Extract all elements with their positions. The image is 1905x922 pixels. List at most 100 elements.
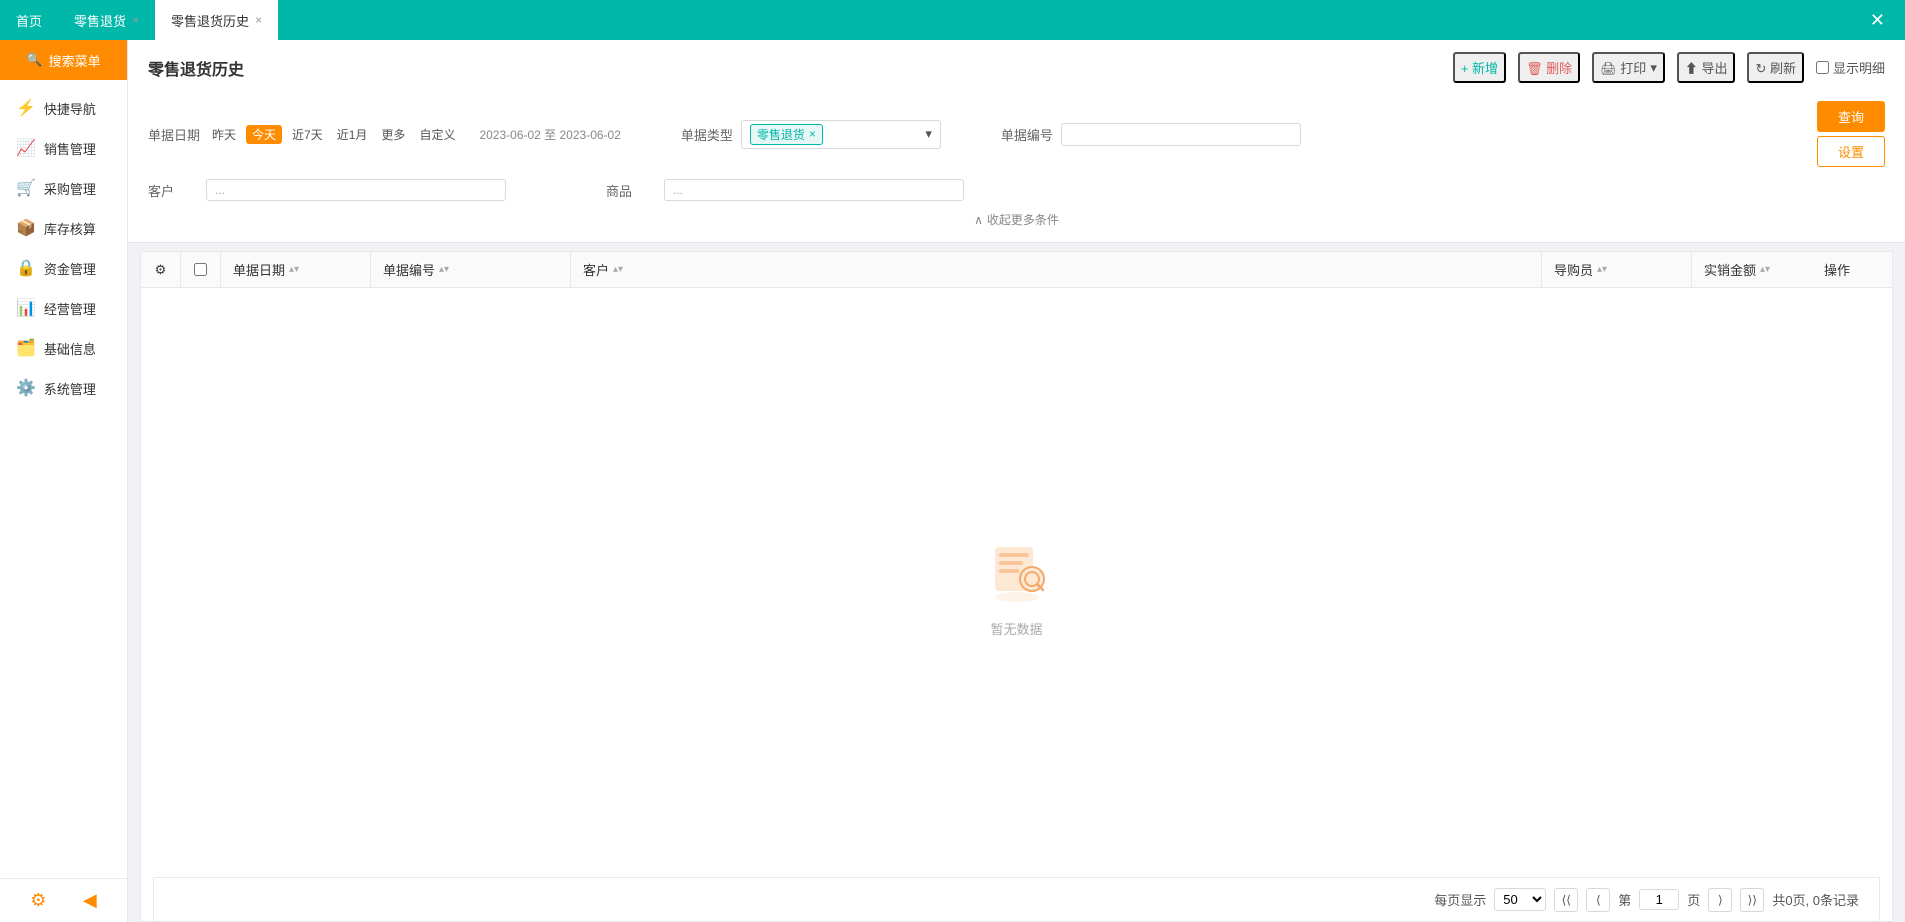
doc-num-filter: 单据编号	[1001, 123, 1301, 146]
th-num-sort-icon[interactable]: ▴▾	[439, 265, 449, 275]
collapse-filter-label: 收起更多条件	[987, 211, 1059, 228]
date-range-text: 2023-06-02 至 2023-06-02	[479, 126, 620, 143]
content-area: 零售退货历史 + 新增 🗑 删除 🖨 打印 ▾ ⬆ 导出	[128, 40, 1905, 922]
goods-filter: 商品 ...	[606, 179, 964, 201]
th-customer: 客户 ▴▾	[571, 252, 1542, 287]
type-tag: 零售退货 ×	[750, 124, 823, 145]
page-next-button[interactable]: ⟩	[1708, 888, 1732, 912]
toolbar-actions: + 新增 🗑 删除 🖨 打印 ▾ ⬆ 导出 ↻ 刷新	[1453, 52, 1885, 83]
th-amount: 实销金额 ▴▾	[1692, 252, 1812, 287]
date-option-1month[interactable]: 近1月	[333, 125, 372, 144]
search-icon: 🔍	[26, 52, 42, 68]
settings-bottom-icon[interactable]: ⚙	[30, 890, 46, 911]
table-container: ⚙ 单据日期 ▴▾ 单据编号 ▴▾ 客户 ▴▾ 导购员	[140, 251, 1893, 922]
th-amount-sort-icon[interactable]: ▴▾	[1760, 265, 1770, 275]
sidebar-item-purchase[interactable]: 🛒 采购管理	[0, 168, 127, 208]
page-header: 零售退货历史 + 新增 🗑 删除 🖨 打印 ▾ ⬆ 导出	[128, 40, 1905, 243]
tab-retail-return-history-label: 零售退货历史	[171, 11, 249, 30]
tab-retail-return-history-close[interactable]: ×	[255, 13, 262, 27]
date-option-custom[interactable]: 自定义	[415, 125, 459, 144]
date-option-yesterday[interactable]: 昨天	[208, 125, 240, 144]
sidebar-item-operation-label: 经营管理	[44, 299, 96, 318]
date-filter-label: 单据日期	[148, 125, 200, 144]
system-icon: ⚙️	[16, 378, 36, 398]
sidebar-search[interactable]: 🔍 搜索菜单	[0, 40, 127, 80]
page-last-button[interactable]: ⟩⟩	[1740, 888, 1764, 912]
sidebar-item-purchase-label: 采购管理	[44, 179, 96, 198]
sidebar-item-basic-info-label: 基础信息	[44, 339, 96, 358]
show-detail-checkbox[interactable]	[1816, 61, 1829, 74]
tab-retail-return[interactable]: 零售退货 ×	[58, 0, 155, 40]
print-button-label: 🖨 打印	[1600, 58, 1646, 77]
th-customer-sort-icon[interactable]: ▴▾	[613, 265, 623, 275]
table-body: 暂无数据	[141, 288, 1892, 877]
print-button[interactable]: 🖨 打印 ▾	[1592, 52, 1665, 83]
page-prev-button[interactable]: ⟨	[1586, 888, 1610, 912]
tab-retail-return-close[interactable]: ×	[132, 13, 139, 27]
refresh-button-label: ↻ 刷新	[1755, 58, 1796, 77]
type-filter: 单据类型 零售退货 × ▾	[681, 120, 941, 149]
collapse-sidebar-icon[interactable]: ◀	[83, 890, 97, 911]
type-filter-select[interactable]: 零售退货 × ▾	[741, 120, 941, 149]
doc-num-input[interactable]	[1061, 123, 1301, 146]
date-option-today[interactable]: 今天	[246, 125, 282, 144]
sidebar-item-sales-label: 销售管理	[44, 139, 96, 158]
sidebar-item-quick-nav-label: 快捷导航	[44, 99, 96, 118]
sidebar-item-operation[interactable]: 📊 经营管理	[0, 288, 127, 328]
settings-col-icon: ⚙	[155, 262, 167, 278]
goods-select[interactable]: ...	[664, 179, 964, 201]
date-option-more[interactable]: 更多	[377, 125, 409, 144]
query-button-label: 查询	[1838, 110, 1864, 125]
empty-state: 暂无数据	[977, 527, 1057, 638]
th-date: 单据日期 ▴▾	[221, 252, 371, 287]
select-all-checkbox[interactable]	[194, 263, 207, 276]
inventory-icon: 📦	[16, 218, 36, 238]
type-select-chevron: ▾	[925, 126, 932, 142]
goods-placeholder: ...	[673, 183, 683, 197]
new-button-label: + 新增	[1461, 58, 1498, 77]
date-range-display: 2023-06-02 至 2023-06-02	[479, 126, 620, 143]
page-size-select[interactable]: 10 20 50 100	[1494, 888, 1546, 911]
filter-area: 单据日期 昨天 今天 近7天 近1月 更多 自定义 2023-06-02 至 2…	[148, 95, 1885, 242]
type-tag-close[interactable]: ×	[809, 127, 816, 141]
date-option-7days[interactable]: 近7天	[288, 125, 327, 144]
date-options: 昨天 今天 近7天 近1月 更多 自定义	[208, 125, 459, 144]
th-date-label: 单据日期	[233, 260, 285, 279]
refresh-button[interactable]: ↻ 刷新	[1747, 52, 1804, 83]
main-layout: 🔍 搜索菜单 ⚡ 快捷导航 📈 销售管理 🛒 采购管理 📦 库存核算 🔒	[0, 40, 1905, 922]
quick-nav-icon: ⚡	[16, 98, 36, 118]
collapse-filter-button[interactable]: ∧ 收起更多条件	[962, 207, 1071, 232]
sidebar-item-sales[interactable]: 📈 销售管理	[0, 128, 127, 168]
th-op: 操作	[1812, 252, 1892, 287]
new-button[interactable]: + 新增	[1453, 52, 1506, 83]
sidebar-item-system-label: 系统管理	[44, 379, 96, 398]
th-guide-sort-icon[interactable]: ▴▾	[1597, 265, 1607, 275]
sales-icon: 📈	[16, 138, 36, 158]
window-close-button[interactable]: ✕	[1862, 10, 1893, 31]
delete-button[interactable]: 🗑 删除	[1518, 52, 1580, 83]
th-date-sort-icon[interactable]: ▴▾	[289, 265, 299, 275]
tab-retail-return-history[interactable]: 零售退货历史 ×	[155, 0, 278, 40]
show-detail-label[interactable]: 显示明细	[1816, 58, 1885, 77]
query-button[interactable]: 查询	[1817, 101, 1885, 132]
sidebar-item-system[interactable]: ⚙️ 系统管理	[0, 368, 127, 408]
tab-home[interactable]: 首页	[0, 0, 58, 40]
collapse-filter-icon: ∧	[974, 213, 983, 227]
th-settings[interactable]: ⚙	[141, 252, 181, 287]
settings-button[interactable]: 设置	[1817, 136, 1885, 167]
th-checkbox[interactable]	[181, 252, 221, 287]
page-first-button[interactable]: ⟨⟨	[1554, 888, 1578, 912]
filter-row-1: 单据日期 昨天 今天 近7天 近1月 更多 自定义 2023-06-02 至 2…	[148, 95, 1885, 173]
page-number-input[interactable]	[1639, 889, 1679, 910]
sidebar-item-inventory[interactable]: 📦 库存核算	[0, 208, 127, 248]
sidebar-search-label: 搜索菜单	[49, 51, 101, 70]
page-title-row: 零售退货历史 + 新增 🗑 删除 🖨 打印 ▾ ⬆ 导出	[148, 52, 1885, 83]
th-guide-label: 导购员	[1554, 260, 1593, 279]
sidebar-item-quick-nav[interactable]: ⚡ 快捷导航	[0, 88, 127, 128]
export-button[interactable]: ⬆ 导出	[1677, 52, 1736, 83]
customer-select[interactable]: ...	[206, 179, 506, 201]
print-dropdown-icon: ▾	[1650, 60, 1657, 76]
empty-state-icon	[977, 527, 1057, 607]
sidebar-item-basic-info[interactable]: 🗂️ 基础信息	[0, 328, 127, 368]
sidebar-item-finance[interactable]: 🔒 资金管理	[0, 248, 127, 288]
